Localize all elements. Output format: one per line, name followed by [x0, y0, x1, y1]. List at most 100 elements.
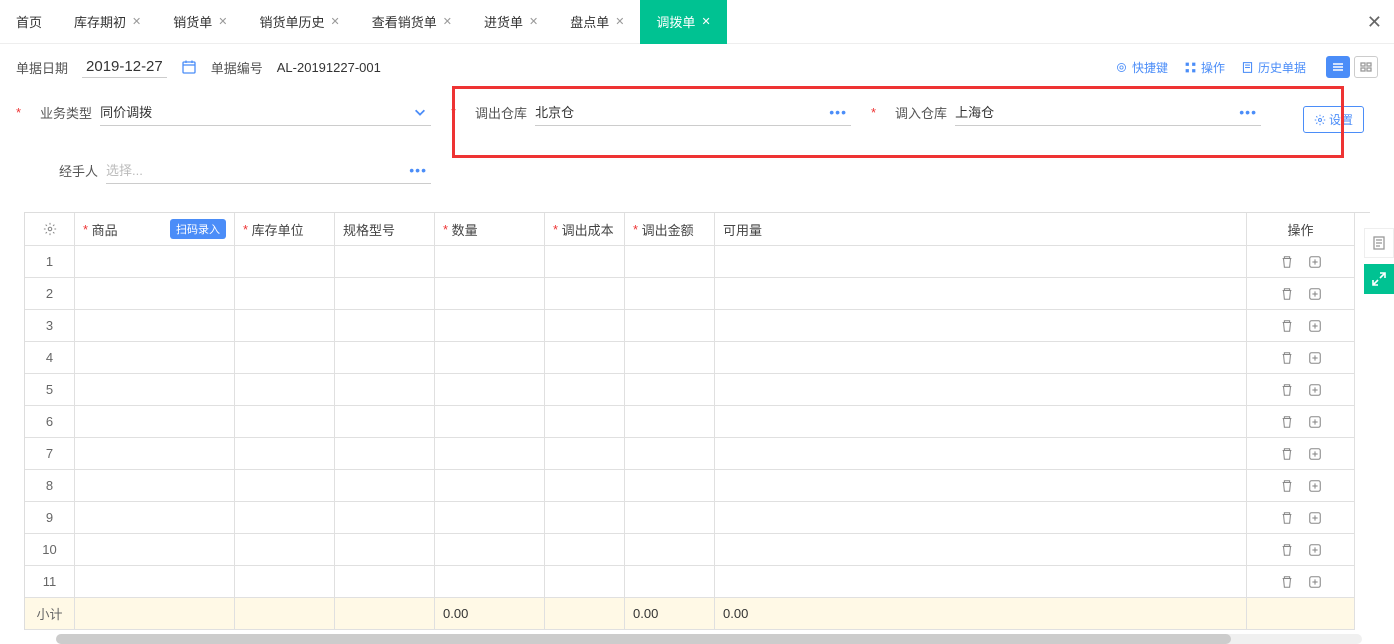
view-toggle [1326, 56, 1378, 78]
hotkey-link[interactable]: 快捷键 [1115, 59, 1168, 76]
col-cost: * 调出成本 [545, 213, 625, 246]
row-number: 8 [25, 470, 75, 502]
horizontal-scrollbar[interactable] [56, 634, 1362, 644]
chevron-down-icon[interactable] [413, 105, 427, 119]
out-warehouse-field[interactable]: * 调出仓库 北京仓 ••• [451, 98, 851, 126]
row-ops [1247, 342, 1355, 374]
col-amount: * 调出金额 [625, 213, 715, 246]
add-row-icon[interactable] [1308, 287, 1322, 301]
add-row-icon[interactable] [1308, 255, 1322, 269]
tab-stocktake[interactable]: 盘点单✕ [554, 0, 640, 44]
history-link[interactable]: 历史单据 [1241, 59, 1306, 76]
delete-row-icon[interactable] [1280, 575, 1294, 589]
expand-icon[interactable] [1364, 264, 1394, 294]
delete-row-icon[interactable] [1280, 287, 1294, 301]
row-number: 11 [25, 566, 75, 598]
add-row-icon[interactable] [1308, 351, 1322, 365]
row-number: 1 [25, 246, 75, 278]
row-ops [1247, 246, 1355, 278]
row-number: 6 [25, 406, 75, 438]
add-row-icon[interactable] [1308, 575, 1322, 589]
col-qty: * 数量 [435, 213, 545, 246]
delete-row-icon[interactable] [1280, 383, 1294, 397]
tab-purchase-order[interactable]: 进货单✕ [468, 0, 554, 44]
delete-row-icon[interactable] [1280, 415, 1294, 429]
subtotal-ops [1247, 598, 1355, 630]
row-number: 2 [25, 278, 75, 310]
close-icon[interactable]: ✕ [529, 15, 538, 28]
row-ops [1247, 438, 1355, 470]
col-spec: 规格型号 [335, 213, 435, 246]
add-row-icon[interactable] [1308, 319, 1322, 333]
delete-row-icon[interactable] [1280, 543, 1294, 557]
close-icon[interactable]: ✕ [701, 15, 710, 28]
subtotal-label: 小计 [25, 598, 75, 630]
tab-home[interactable]: 首页 [0, 0, 58, 44]
more-icon[interactable]: ••• [1239, 104, 1257, 120]
notes-icon[interactable] [1364, 228, 1394, 258]
delete-row-icon[interactable] [1280, 351, 1294, 365]
view-list-button[interactable] [1326, 56, 1350, 78]
tab-view-sales[interactable]: 查看销货单✕ [356, 0, 468, 44]
row-number: 3 [25, 310, 75, 342]
add-row-icon[interactable] [1308, 511, 1322, 525]
row-number: 9 [25, 502, 75, 534]
close-icon[interactable]: ✕ [331, 15, 340, 28]
operations-link[interactable]: 操作 [1184, 59, 1225, 76]
date-value[interactable]: 2019-12-27 [82, 56, 167, 78]
tab-sales-history[interactable]: 销货单历史✕ [243, 0, 355, 44]
tab-inventory-opening[interactable]: 库存期初✕ [58, 0, 157, 44]
close-icon[interactable]: ✕ [443, 15, 452, 28]
tab-sales-order[interactable]: 销货单✕ [157, 0, 243, 44]
close-icon[interactable]: ✕ [615, 15, 624, 28]
add-row-icon[interactable] [1308, 415, 1322, 429]
column-settings[interactable] [25, 213, 75, 246]
row-ops [1247, 374, 1355, 406]
delete-row-icon[interactable] [1280, 511, 1294, 525]
close-icon[interactable]: ✕ [132, 15, 141, 28]
close-all-icon[interactable]: ✕ [1367, 12, 1382, 33]
row-ops [1247, 470, 1355, 502]
row-number: 10 [25, 534, 75, 566]
date-label: 单据日期 [16, 58, 68, 77]
add-row-icon[interactable] [1308, 479, 1322, 493]
calendar-icon[interactable] [181, 59, 197, 75]
add-row-icon[interactable] [1308, 383, 1322, 397]
doc-number-label: 单据编号 [211, 58, 263, 77]
close-icon[interactable]: ✕ [218, 15, 227, 28]
row-ops [1247, 310, 1355, 342]
doc-number-value: AL-20191227-001 [277, 60, 381, 75]
delete-row-icon[interactable] [1280, 319, 1294, 333]
row-number: 7 [25, 438, 75, 470]
view-grid-button[interactable] [1354, 56, 1378, 78]
add-row-icon[interactable] [1308, 543, 1322, 557]
row-ops [1247, 566, 1355, 598]
col-unit: * 库存单位 [235, 213, 335, 246]
delete-row-icon[interactable] [1280, 479, 1294, 493]
row-ops [1247, 278, 1355, 310]
col-avail: 可用量 [715, 213, 1247, 246]
tab-bar: 首页 库存期初✕ 销货单✕ 销货单历史✕ 查看销货单✕ 进货单✕ 盘点单✕ 调拨… [0, 0, 1394, 44]
in-warehouse-field[interactable]: * 调入仓库 上海仓 ••• [871, 98, 1261, 126]
handler-field[interactable]: 经手人 选择... ••• [16, 156, 431, 184]
delete-row-icon[interactable] [1280, 255, 1294, 269]
form-fields: * 业务类型 同价调拨 经手人 选择... ••• * 调出仓库 北京仓 •••… [0, 90, 1394, 212]
scrollbar-thumb[interactable] [56, 634, 1231, 644]
row-ops [1247, 502, 1355, 534]
row-number: 4 [25, 342, 75, 374]
row-ops [1247, 406, 1355, 438]
col-ops: 操作 [1247, 213, 1355, 246]
row-ops [1247, 534, 1355, 566]
add-row-icon[interactable] [1308, 447, 1322, 461]
biz-type-field[interactable]: * 业务类型 同价调拨 [16, 98, 431, 126]
row-number: 5 [25, 374, 75, 406]
document-header: 单据日期 2019-12-27 单据编号 AL-20191227-001 快捷键… [0, 44, 1394, 90]
delete-row-icon[interactable] [1280, 447, 1294, 461]
side-toolbar [1364, 228, 1394, 294]
more-icon[interactable]: ••• [409, 162, 427, 178]
col-product: * 商品扫码录入 [75, 213, 235, 246]
more-icon[interactable]: ••• [829, 104, 847, 120]
tab-transfer-order[interactable]: 调拨单✕ [640, 0, 726, 44]
line-items-grid: * 商品扫码录入* 库存单位规格型号* 数量* 调出成本* 调出金额可用量操作 1… [24, 212, 1370, 644]
scan-badge[interactable]: 扫码录入 [170, 219, 226, 239]
